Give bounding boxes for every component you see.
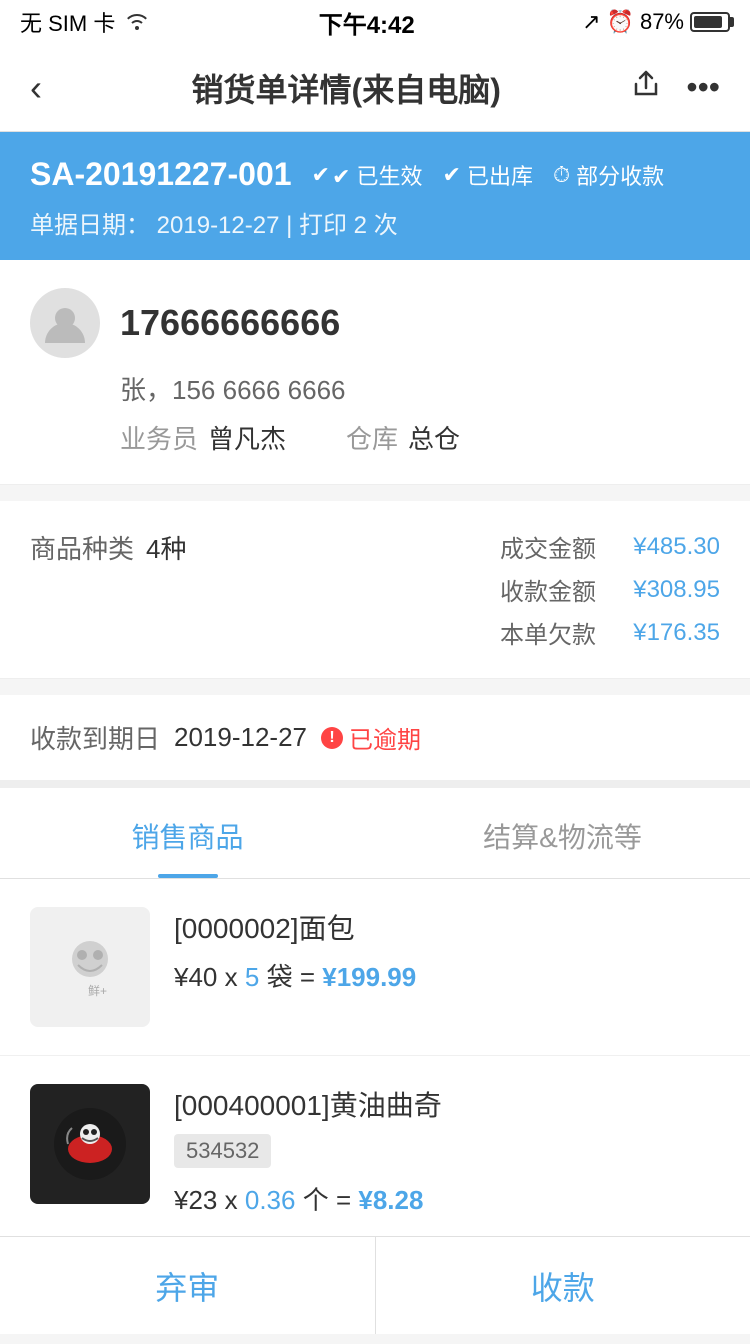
status-badge-shipped: ✔ 已出库 (443, 159, 533, 191)
carrier-text: 无 SIM 卡 (20, 6, 115, 38)
staff-label: 业务员 (120, 419, 198, 456)
debt-label: 本单欠款 (500, 615, 596, 650)
status-time: 下午4:42 (319, 5, 415, 40)
reject-button[interactable]: 弃审 (0, 1237, 376, 1334)
price-qty-1: 5 (245, 962, 259, 992)
customer-section: 17666666666 张，156 6666 6666 业务员 曾凡杰 仓库 总… (0, 260, 750, 485)
tab-products[interactable]: 销售商品 (0, 788, 375, 878)
warehouse-label: 仓库 (346, 419, 398, 456)
product-name-1: [0000002]面包 (174, 907, 720, 947)
amount-value: ¥485.30 (620, 533, 720, 561)
warehouse-item: 仓库 总仓 (346, 419, 460, 456)
price-x-1: x (225, 962, 245, 992)
product-item-2: [000400001]黄油曲奇 534532 ¥23 x 0.36 个 = ¥8… (0, 1056, 750, 1246)
meta-print-info: | 打印 2 次 (286, 212, 398, 239)
price-x-2: x (225, 1185, 245, 1215)
nav-bar: ‹ 销货单详情(来自电脑) ••• (0, 44, 750, 132)
check-icon-2: ✔ (443, 162, 461, 188)
summary-grid: 商品种类 4种 成交金额 ¥485.30 收款金额 ¥308.95 本单欠款 ¥… (30, 529, 720, 650)
battery-icon (690, 12, 730, 32)
staff-item: 业务员 曾凡杰 (120, 419, 286, 456)
received-label: 收款金额 (500, 572, 596, 607)
received-value: ¥308.95 (620, 576, 720, 604)
price-eq-2: = (336, 1185, 358, 1215)
meta-date-value: 2019-12-27 (157, 212, 280, 239)
product-image-1: 鲜+ (30, 907, 150, 1027)
more-button[interactable]: ••• (686, 69, 720, 106)
overdue-badge: ! 已逾期 (321, 720, 421, 755)
warehouse-value: 总仓 (408, 419, 460, 456)
tabs: 销售商品 结算&物流等 (0, 788, 750, 879)
amount-row: 成交金额 ¥485.30 (500, 529, 720, 564)
overdue-text: 已逾期 (349, 720, 421, 755)
collect-button[interactable]: 收款 (376, 1237, 750, 1334)
kind-label: 商品种类 (30, 529, 134, 566)
product-item: 鲜+ [0000002]面包 ¥40 x 5 袋 = ¥199.99 (0, 879, 750, 1056)
customer-name: 17666666666 (120, 302, 340, 344)
avatar (30, 288, 100, 358)
status-badge-partial: ⏱ 部分收款 (553, 159, 664, 191)
product-details-1: [0000002]面包 ¥40 x 5 袋 = ¥199.99 (174, 907, 720, 994)
price-base-1: ¥40 (174, 962, 217, 992)
amount-label: 成交金额 (500, 529, 596, 564)
share-button[interactable] (630, 68, 662, 108)
product-image-2 (30, 1084, 150, 1204)
customer-top: 17666666666 (30, 288, 720, 358)
summary-left: 商品种类 4种 (30, 529, 186, 650)
customer-staff: 业务员 曾凡杰 仓库 总仓 (30, 419, 720, 456)
battery-text: 87% (640, 9, 684, 35)
product-tag-2: 534532 (174, 1134, 271, 1168)
product-details-2: [000400001]黄油曲奇 534532 ¥23 x 0.36 个 = ¥8… (174, 1084, 720, 1217)
kind-value: 4种 (146, 529, 186, 566)
product-price-2: ¥23 x 0.36 个 = ¥8.28 (174, 1180, 720, 1217)
price-unit-1: 袋 (267, 962, 293, 992)
status-badge-activated: ✔ ✔ 已生效 (312, 159, 423, 191)
location-icon: ↗ (582, 9, 600, 35)
page-title: 销货单详情(来自电脑) (62, 65, 630, 111)
received-row: 收款金额 ¥308.95 (500, 572, 720, 607)
due-label: 收款到期日 (30, 719, 160, 756)
price-base-2: ¥23 (174, 1185, 217, 1215)
order-header-top: SA-20191227-001 ✔ ✔ 已生效 ✔ 已出库 ⏱ 部分收款 (30, 156, 720, 193)
price-total-1: ¥199.99 (322, 962, 416, 992)
debt-value: ¥176.35 (620, 619, 720, 647)
due-section: 收款到期日 2019-12-27 ! 已逾期 (0, 695, 750, 788)
order-header: SA-20191227-001 ✔ ✔ 已生效 ✔ 已出库 ⏱ 部分收款 单据日… (0, 132, 750, 260)
product-name-2: [000400001]黄油曲奇 (174, 1084, 720, 1124)
wifi-icon (123, 8, 151, 36)
tab-settlement[interactable]: 结算&物流等 (375, 788, 750, 878)
svg-text:鲜+: 鲜+ (88, 984, 107, 998)
price-qty-2: 0.36 (245, 1185, 296, 1215)
due-date: 2019-12-27 (174, 722, 307, 753)
status-right: ↗ ⏰ 87% (582, 9, 730, 35)
status-left: 无 SIM 卡 (20, 6, 151, 38)
order-meta: 单据日期： 2019-12-27 | 打印 2 次 (30, 205, 720, 240)
kind-row: 商品种类 4种 (30, 529, 186, 566)
price-eq-1: = (300, 962, 322, 992)
product-list: 鲜+ [0000002]面包 ¥40 x 5 袋 = ¥199.99 (0, 879, 750, 1246)
summary-section: 商品种类 4种 成交金额 ¥485.30 收款金额 ¥308.95 本单欠款 ¥… (0, 501, 750, 679)
meta-date-label: 单据日期： (30, 212, 150, 239)
order-id: SA-20191227-001 (30, 156, 292, 193)
check-icon-1: ✔ (312, 162, 330, 188)
overdue-icon: ! (321, 727, 343, 749)
price-total-2: ¥8.28 (358, 1185, 423, 1215)
alarm-icon: ⏰ (607, 9, 634, 35)
status-bar: 无 SIM 卡 下午4:42 ↗ ⏰ 87% (0, 0, 750, 44)
bottom-bar: 弃审 收款 (0, 1236, 750, 1334)
clock-icon: ⏱ (553, 162, 570, 188)
summary-right: 成交金额 ¥485.30 收款金额 ¥308.95 本单欠款 ¥176.35 (500, 529, 720, 650)
debt-row: 本单欠款 ¥176.35 (500, 615, 720, 650)
product-price-1: ¥40 x 5 袋 = ¥199.99 (174, 957, 720, 994)
staff-value: 曾凡杰 (208, 419, 286, 456)
price-unit-2: 个 (303, 1185, 329, 1215)
back-button[interactable]: ‹ (30, 67, 42, 109)
customer-info: 张，156 6666 6666 (30, 370, 720, 407)
nav-actions: ••• (630, 68, 720, 108)
